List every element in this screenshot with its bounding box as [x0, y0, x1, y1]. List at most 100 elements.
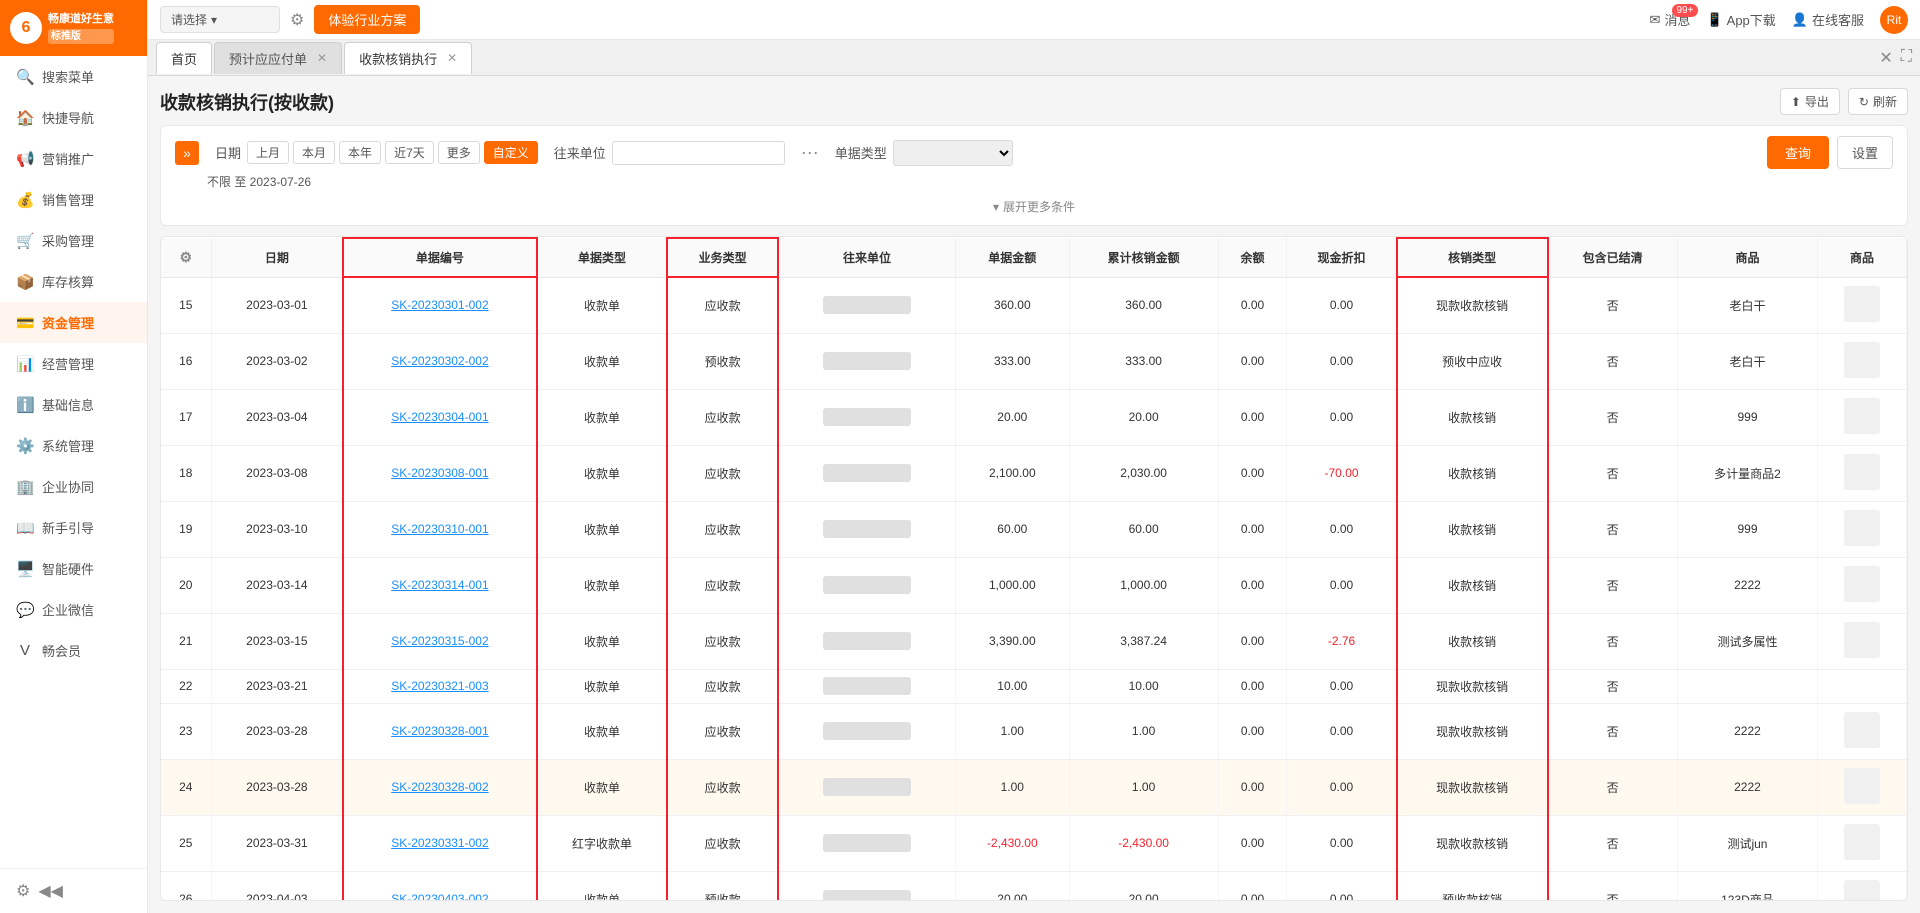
brand-tag: 标推版 [48, 29, 114, 44]
message-badge[interactable]: ✉ 消息 99+ [1650, 10, 1691, 29]
avatar[interactable]: Rit [1880, 6, 1908, 34]
sidebar-item-enterprise[interactable]: 🏢企业协同 [0, 466, 147, 507]
app-download[interactable]: 📱 App下载 [1706, 10, 1775, 29]
sidebar-item-inventory[interactable]: 📦库存核算 [0, 261, 147, 302]
sidebar-item-system[interactable]: ⚙️系统管理 [0, 425, 147, 466]
counterparty-input[interactable] [612, 141, 785, 165]
tab-home[interactable]: 首页 [156, 42, 212, 74]
cell-biz-type: 应收款 [667, 815, 778, 871]
sidebar-item-basic[interactable]: ℹ️基础信息 [0, 384, 147, 425]
cell-product-img [1818, 815, 1907, 871]
cell-bill-no: SK-20230315-002 [343, 613, 536, 669]
sidebar-item-finance[interactable]: 💳资金管理 [0, 302, 147, 343]
expand-window-icon[interactable]: ⛶ [1901, 48, 1912, 68]
tab-close-pending-payment[interactable]: ✕ [317, 51, 327, 65]
table-row: 20 2023-03-14 SK-20230314-001 收款单 应收款 ▓▓… [161, 557, 1907, 613]
last-7-days-btn[interactable]: 近7天 [385, 141, 434, 164]
cell-bill-type: 收款单 [537, 759, 668, 815]
tab-receipt-verify[interactable]: 收款核销执行✕ [344, 42, 472, 74]
sidebar-item-search[interactable]: 🔍搜索菜单 [0, 56, 147, 97]
sidebar-item-wechat[interactable]: 💬企业微信 [0, 589, 147, 630]
sidebar-item-member[interactable]: V畅会员 [0, 630, 147, 671]
th-verified-amount: 累计核销金额 [1069, 238, 1218, 277]
sidebar-icon-wechat: 💬 [16, 601, 34, 619]
online-service[interactable]: 👤 在线客服 [1792, 10, 1864, 29]
more-date-btn[interactable]: 更多 [438, 141, 480, 164]
query-button[interactable]: 查询 [1767, 136, 1829, 169]
cell-counterparty: ▓▓▓▓▓▓ [778, 759, 956, 815]
cell-bill-type: 收款单 [537, 501, 668, 557]
cell-amount: 3,390.00 [956, 613, 1069, 669]
cell-product: 测试多属性 [1677, 613, 1817, 669]
cell-cash-discount: -70.00 [1287, 445, 1397, 501]
cell-balance: 0.00 [1218, 613, 1287, 669]
table-row: 23 2023-03-28 SK-20230328-001 收款单 应收款 ▓▓… [161, 703, 1907, 759]
cell-biz-type: 应收款 [667, 613, 778, 669]
filter-collapse-button[interactable]: » [175, 141, 199, 165]
this-year-btn[interactable]: 本年 [339, 141, 381, 164]
table-row: 15 2023-03-01 SK-20230301-002 收款单 应收款 ▓▓… [161, 277, 1907, 333]
close-window-icon[interactable]: ✕ [1879, 48, 1892, 68]
th-biz-type: 业务类型 [667, 238, 778, 277]
last-month-btn[interactable]: 上月 [247, 141, 289, 164]
table-row: 24 2023-03-28 SK-20230328-002 收款单 应收款 ▓▓… [161, 759, 1907, 815]
sidebar-item-hardware[interactable]: 🖥️智能硬件 [0, 548, 147, 589]
topbar-gear-icon[interactable]: ⚙ [290, 10, 304, 30]
th-product-img: 商品 [1818, 238, 1907, 277]
page: 收款核销执行(按收款) ⬆ 导出 ↻ 刷新 » 日期 上月 [148, 76, 1920, 913]
cell-verify-type: 现款收款核销 [1397, 815, 1548, 871]
collapse-icon[interactable]: ◀◀ [38, 881, 63, 901]
cell-bill-no: SK-20230308-001 [343, 445, 536, 501]
cell-amount: 20.00 [956, 389, 1069, 445]
filter-more-dots[interactable]: ··· [801, 142, 819, 163]
data-table-container: ⚙ 日期 单据编号 单据类型 业务类型 往来单位 单据金额 累计核销金额 余额 … [160, 236, 1908, 901]
sidebar-item-marketing[interactable]: 📢营销推广 [0, 138, 147, 179]
online-service-label: 在线客服 [1812, 10, 1864, 29]
tab-pending-payment[interactable]: 预计应应付单✕ [214, 42, 342, 74]
cell-amount: 10.00 [956, 669, 1069, 703]
cell-verified-amount: 10.00 [1069, 669, 1218, 703]
sidebar-item-guide[interactable]: 📖新手引导 [0, 507, 147, 548]
cell-verify-type: 现款收款核销 [1397, 703, 1548, 759]
cell-balance: 0.00 [1218, 669, 1287, 703]
sidebar-icon-sales: 💰 [16, 191, 34, 209]
cell-balance: 0.00 [1218, 445, 1287, 501]
sidebar-item-sales[interactable]: 💰销售管理 [0, 179, 147, 220]
filter-settings-button[interactable]: 设置 [1837, 136, 1893, 169]
cell-cash-discount: 0.00 [1287, 871, 1397, 901]
logo-icon: 6 [10, 12, 42, 44]
cell-verify-type: 收款核销 [1397, 613, 1548, 669]
th-gear[interactable]: ⚙ [161, 238, 211, 277]
sidebar-item-quick-nav[interactable]: 🏠快捷导航 [0, 97, 147, 138]
cell-cash-discount: 0.00 [1287, 759, 1397, 815]
settings-icon[interactable]: ⚙ [16, 881, 30, 901]
cell-product: 多计量商品2 [1677, 445, 1817, 501]
cell-date: 2023-03-31 [211, 815, 343, 871]
expand-more-btn[interactable]: ▾ 展开更多条件 [175, 198, 1893, 215]
cell-counterparty: ▓▓▓▓▓▓ [778, 613, 956, 669]
refresh-button[interactable]: ↻ 刷新 [1848, 88, 1908, 115]
date-filter-group: 日期 上月 本月 本年 近7天 更多 自定义 [215, 141, 538, 164]
service-icon: 👤 [1792, 12, 1808, 28]
cell-has-settled: 否 [1548, 445, 1678, 501]
sidebar-item-operation[interactable]: 📊经营管理 [0, 343, 147, 384]
date-range-display: 不限 至 2023-07-26 [175, 173, 1893, 190]
tabbar: 首页预计应应付单✕收款核销执行✕✕⛶ [148, 40, 1920, 76]
topbar-right: ✉ 消息 99+ 📱 App下载 👤 在线客服 Rit [1650, 6, 1908, 34]
cell-bill-no: SK-20230310-001 [343, 501, 536, 557]
cell-biz-type: 预收款 [667, 871, 778, 901]
tab-close-receipt-verify[interactable]: ✕ [447, 51, 457, 65]
solution-button[interactable]: 体验行业方案 [314, 5, 420, 34]
cell-date: 2023-03-02 [211, 333, 343, 389]
sidebar-label-system: 系统管理 [42, 436, 94, 455]
sidebar-item-purchase[interactable]: 🛒采购管理 [0, 220, 147, 261]
sidebar-label-purchase: 采购管理 [42, 231, 94, 250]
cell-counterparty: ▓▓▓▓▓▓ [778, 703, 956, 759]
voucher-type-select[interactable] [893, 140, 1013, 166]
custom-date-btn[interactable]: 自定义 [484, 141, 538, 164]
cell-has-settled: 否 [1548, 703, 1678, 759]
cell-verify-type: 收款核销 [1397, 389, 1548, 445]
export-button[interactable]: ⬆ 导出 [1780, 88, 1840, 115]
this-month-btn[interactable]: 本月 [293, 141, 335, 164]
topbar-dropdown[interactable]: 请选择 ▾ [160, 6, 280, 33]
